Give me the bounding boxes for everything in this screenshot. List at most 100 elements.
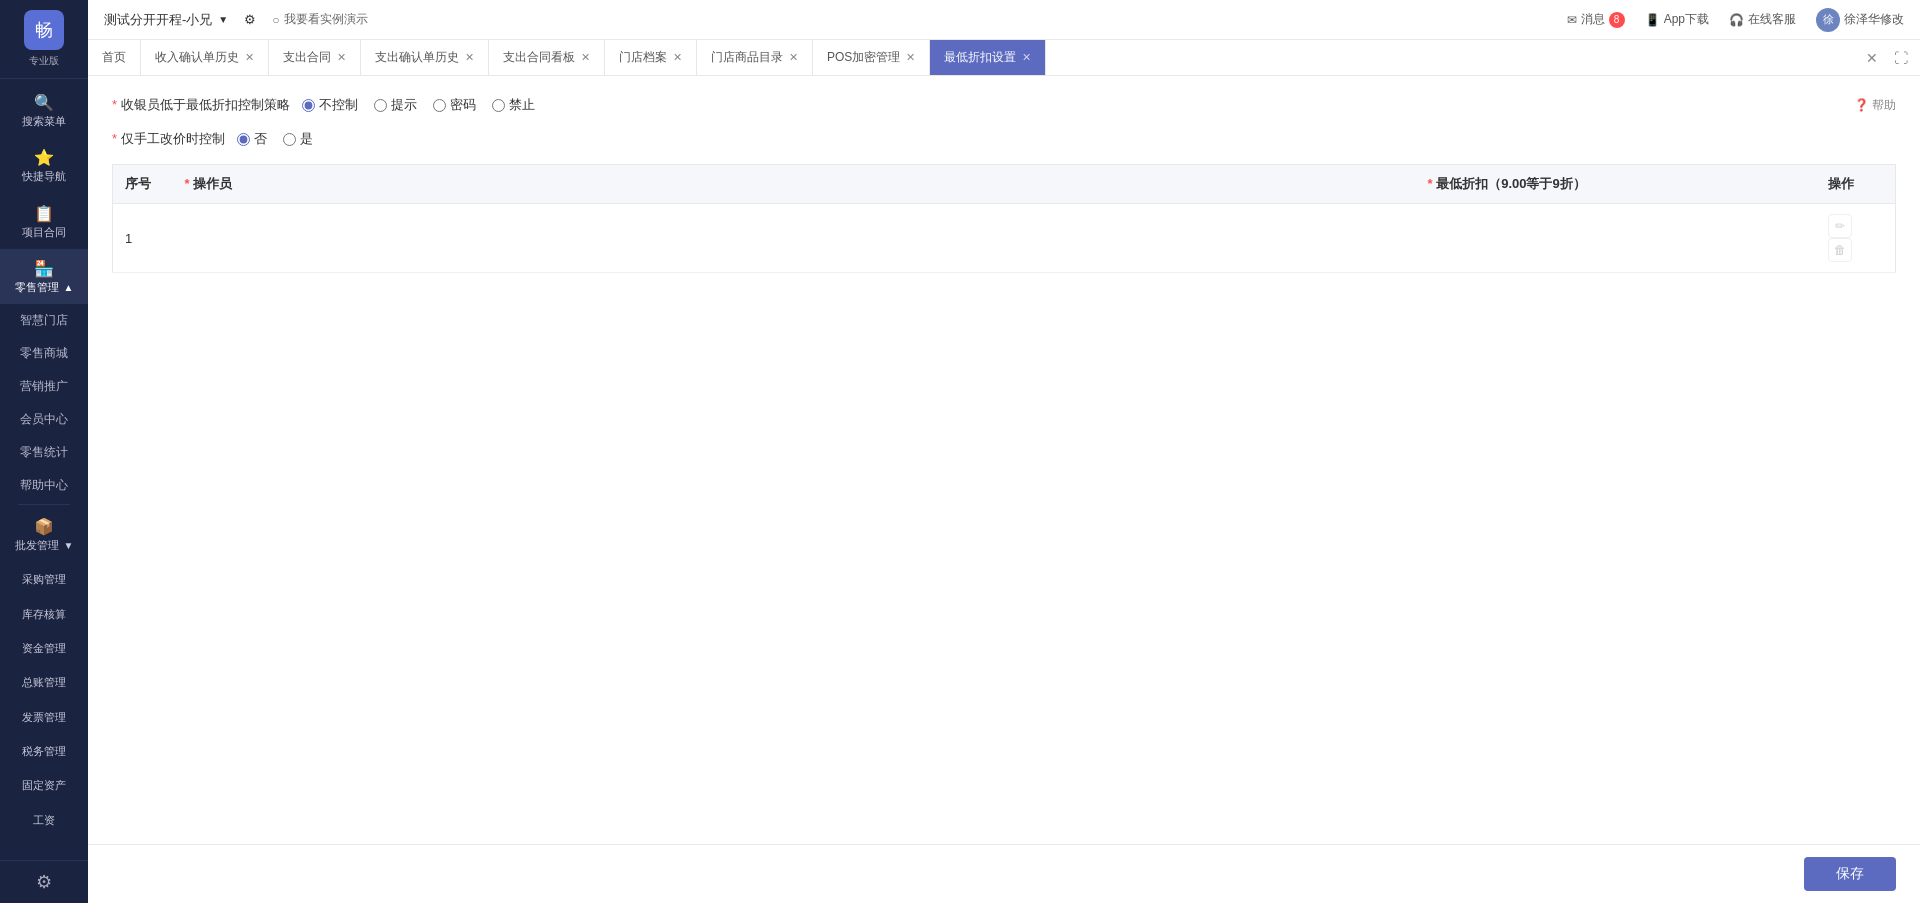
sidebar-item-salary[interactable] bbox=[0, 837, 88, 857]
delete-row-button[interactable]: 🗑 bbox=[1828, 238, 1852, 262]
messages-label: 消息 bbox=[1581, 11, 1605, 28]
manual-price-no[interactable]: 否 bbox=[237, 130, 267, 148]
settings-icon[interactable]: ⚙ bbox=[36, 871, 52, 893]
edit-row-button[interactable]: ✏ bbox=[1828, 214, 1852, 238]
manual-price-yes[interactable]: 是 bbox=[283, 130, 313, 148]
download-icon: 📱 bbox=[1645, 13, 1660, 27]
smart-store-label: 智慧门店 bbox=[20, 312, 68, 329]
sidebar-item-retail-mall[interactable]: 零售商城 bbox=[0, 337, 88, 370]
app-download-button[interactable]: 📱 App下载 bbox=[1645, 11, 1709, 28]
strategy-no-control[interactable]: 不控制 bbox=[302, 96, 358, 114]
expand-tab-button[interactable]: ⛶ bbox=[1890, 48, 1912, 68]
tab-pos-encrypt[interactable]: POS加密管理 ✕ bbox=[813, 40, 930, 76]
sidebar-item-quick-nav[interactable]: ⭐ 快捷导航 bbox=[0, 138, 88, 193]
sidebar-item-label: 资金管理 bbox=[22, 641, 66, 655]
tab-income-confirm[interactable]: 收入确认单历史 ✕ bbox=[141, 40, 269, 76]
help-link[interactable]: ❓ 帮助 bbox=[1854, 97, 1896, 114]
avatar: 徐 bbox=[1816, 8, 1840, 32]
sidebar-item-help-center[interactable]: 帮助中心 bbox=[0, 469, 88, 502]
close-tab-button[interactable]: ✕ bbox=[1862, 48, 1882, 68]
tab-close-icon[interactable]: ✕ bbox=[465, 51, 474, 64]
tab-store-catalog[interactable]: 门店商品目录 ✕ bbox=[697, 40, 813, 76]
tab-label: 支出合同看板 bbox=[503, 49, 575, 66]
user-menu[interactable]: 徐 徐泽华修改 bbox=[1816, 8, 1904, 32]
messages-button[interactable]: ✉ 消息 8 bbox=[1567, 11, 1625, 28]
tab-close-icon[interactable]: ✕ bbox=[337, 51, 346, 64]
sidebar-item-ledger-mgmt[interactable]: 发票管理 bbox=[0, 700, 88, 734]
col-action-header: 操作 bbox=[1816, 165, 1896, 204]
cell-seq: 1 bbox=[113, 204, 173, 273]
tab-close-icon[interactable]: ✕ bbox=[789, 51, 798, 64]
save-button[interactable]: 保存 bbox=[1804, 857, 1896, 891]
app-download-label: App下载 bbox=[1664, 11, 1709, 28]
sidebar-item-member-center[interactable]: 会员中心 bbox=[0, 403, 88, 436]
sidebar-menu: 🔍 搜索菜单 ⭐ 快捷导航 📋 项目合同 🏪 零售管理 ▲ 智慧门店 零售商城 … bbox=[0, 79, 88, 860]
sidebar-item-fixed-assets[interactable]: 工资 bbox=[0, 803, 88, 837]
strategy-prompt-radio[interactable] bbox=[374, 99, 387, 112]
sidebar-item-ecommerce[interactable]: 采购管理 bbox=[0, 562, 88, 596]
sidebar-item-label: 固定资产 bbox=[22, 778, 66, 792]
discount-table: 序号 操作员 最低折扣（9.00等于9折） 操作 1 ✏ 🗑 bbox=[112, 164, 1896, 273]
sidebar-item-purchase-mgmt[interactable]: 库存核算 bbox=[0, 597, 88, 631]
batch-mgmt-icon: 📦 bbox=[34, 517, 54, 536]
sidebar-item-label: 工资 bbox=[33, 813, 55, 827]
cell-operator bbox=[173, 204, 1416, 273]
strategy-forbid-radio[interactable] bbox=[492, 99, 505, 112]
tab-store-file[interactable]: 门店档案 ✕ bbox=[605, 40, 697, 76]
settings-button[interactable]: ⚙ bbox=[244, 12, 256, 27]
tabs-actions: ✕ ⛶ bbox=[1862, 48, 1920, 68]
sidebar-bottom: ⚙ bbox=[0, 860, 88, 903]
user-name: 徐泽华修改 bbox=[1844, 11, 1904, 28]
tab-close-icon[interactable]: ✕ bbox=[906, 51, 915, 64]
manual-price-no-radio[interactable] bbox=[237, 133, 250, 146]
strategy-password[interactable]: 密码 bbox=[433, 96, 476, 114]
tab-close-icon[interactable]: ✕ bbox=[673, 51, 682, 64]
tab-min-discount[interactable]: 最低折扣设置 ✕ bbox=[930, 40, 1046, 76]
main-area: 测试分开开程-小兄 ▼ ⚙ ○ 我要看实例演示 ✉ 消息 8 📱 App下载 bbox=[88, 0, 1920, 903]
help-center-label: 帮助中心 bbox=[20, 477, 68, 494]
demo-link[interactable]: ○ 我要看实例演示 bbox=[272, 11, 367, 28]
sidebar-item-label: 快捷导航 bbox=[22, 169, 66, 183]
messages-badge: 8 bbox=[1609, 12, 1625, 28]
project-contract-icon: 📋 bbox=[34, 204, 54, 223]
sidebar-item-inventory-calc[interactable]: 资金管理 bbox=[0, 631, 88, 665]
strategy-forbid[interactable]: 禁止 bbox=[492, 96, 535, 114]
sidebar-item-search-menu[interactable]: 🔍 搜索菜单 bbox=[0, 83, 88, 138]
tab-home[interactable]: 首页 bbox=[88, 40, 141, 76]
manual-price-yes-radio[interactable] bbox=[283, 133, 296, 146]
quick-nav-icon: ⭐ bbox=[34, 148, 54, 167]
tab-label: 支出确认单历史 bbox=[375, 49, 459, 66]
header-right: ✉ 消息 8 📱 App下载 🎧 在线客服 徐 徐泽华修改 bbox=[1567, 8, 1904, 32]
strategy-no-control-radio[interactable] bbox=[302, 99, 315, 112]
marketing-label: 营销推广 bbox=[20, 378, 68, 395]
sidebar-item-project-contract[interactable]: 📋 项目合同 bbox=[0, 194, 88, 249]
sidebar-item-retail-mgmt[interactable]: 🏪 零售管理 ▲ bbox=[0, 249, 88, 304]
sidebar-item-label: 发票管理 bbox=[22, 710, 66, 724]
strategy-password-radio[interactable] bbox=[433, 99, 446, 112]
tab-close-icon[interactable]: ✕ bbox=[581, 51, 590, 64]
sidebar-logo: 畅 专业版 bbox=[0, 0, 88, 79]
sidebar-item-retail-stats[interactable]: 零售统计 bbox=[0, 436, 88, 469]
tab-payment-contract[interactable]: 支出合同 ✕ bbox=[269, 40, 361, 76]
customer-service-label: 在线客服 bbox=[1748, 11, 1796, 28]
manual-price-yes-label: 是 bbox=[300, 130, 313, 148]
cell-action: ✏ 🗑 bbox=[1816, 204, 1896, 273]
sidebar-item-marketing[interactable]: 营销推广 bbox=[0, 370, 88, 403]
sidebar-item-batch-mgmt[interactable]: 📦 批发管理 ▼ bbox=[0, 507, 88, 562]
tab-label: POS加密管理 bbox=[827, 49, 900, 66]
tabs-bar: 首页 收入确认单历史 ✕ 支出合同 ✕ 支出确认单历史 ✕ 支出合同看板 ✕ 门… bbox=[88, 40, 1920, 76]
strategy-prompt[interactable]: 提示 bbox=[374, 96, 417, 114]
tab-payment-confirm[interactable]: 支出确认单历史 ✕ bbox=[361, 40, 489, 76]
customer-service-button[interactable]: 🎧 在线客服 bbox=[1729, 11, 1796, 28]
sidebar-item-fund-mgmt[interactable]: 总账管理 bbox=[0, 665, 88, 699]
header-project[interactable]: 测试分开开程-小兄 ▼ bbox=[104, 11, 228, 29]
sidebar-item-tax-mgmt[interactable]: 固定资产 bbox=[0, 768, 88, 802]
sidebar-item-label: 搜索菜单 bbox=[22, 114, 66, 128]
tab-payment-board[interactable]: 支出合同看板 ✕ bbox=[489, 40, 605, 76]
cashier-strategy-row: 收银员低于最低折扣控制策略 不控制 提示 密码 bbox=[112, 96, 1896, 114]
sidebar-item-smart-store[interactable]: 智慧门店 bbox=[0, 304, 88, 337]
tab-close-icon[interactable]: ✕ bbox=[245, 51, 254, 64]
sidebar-item-invoice-mgmt[interactable]: 税务管理 bbox=[0, 734, 88, 768]
tab-close-icon[interactable]: ✕ bbox=[1022, 51, 1031, 64]
service-icon: 🎧 bbox=[1729, 13, 1744, 27]
